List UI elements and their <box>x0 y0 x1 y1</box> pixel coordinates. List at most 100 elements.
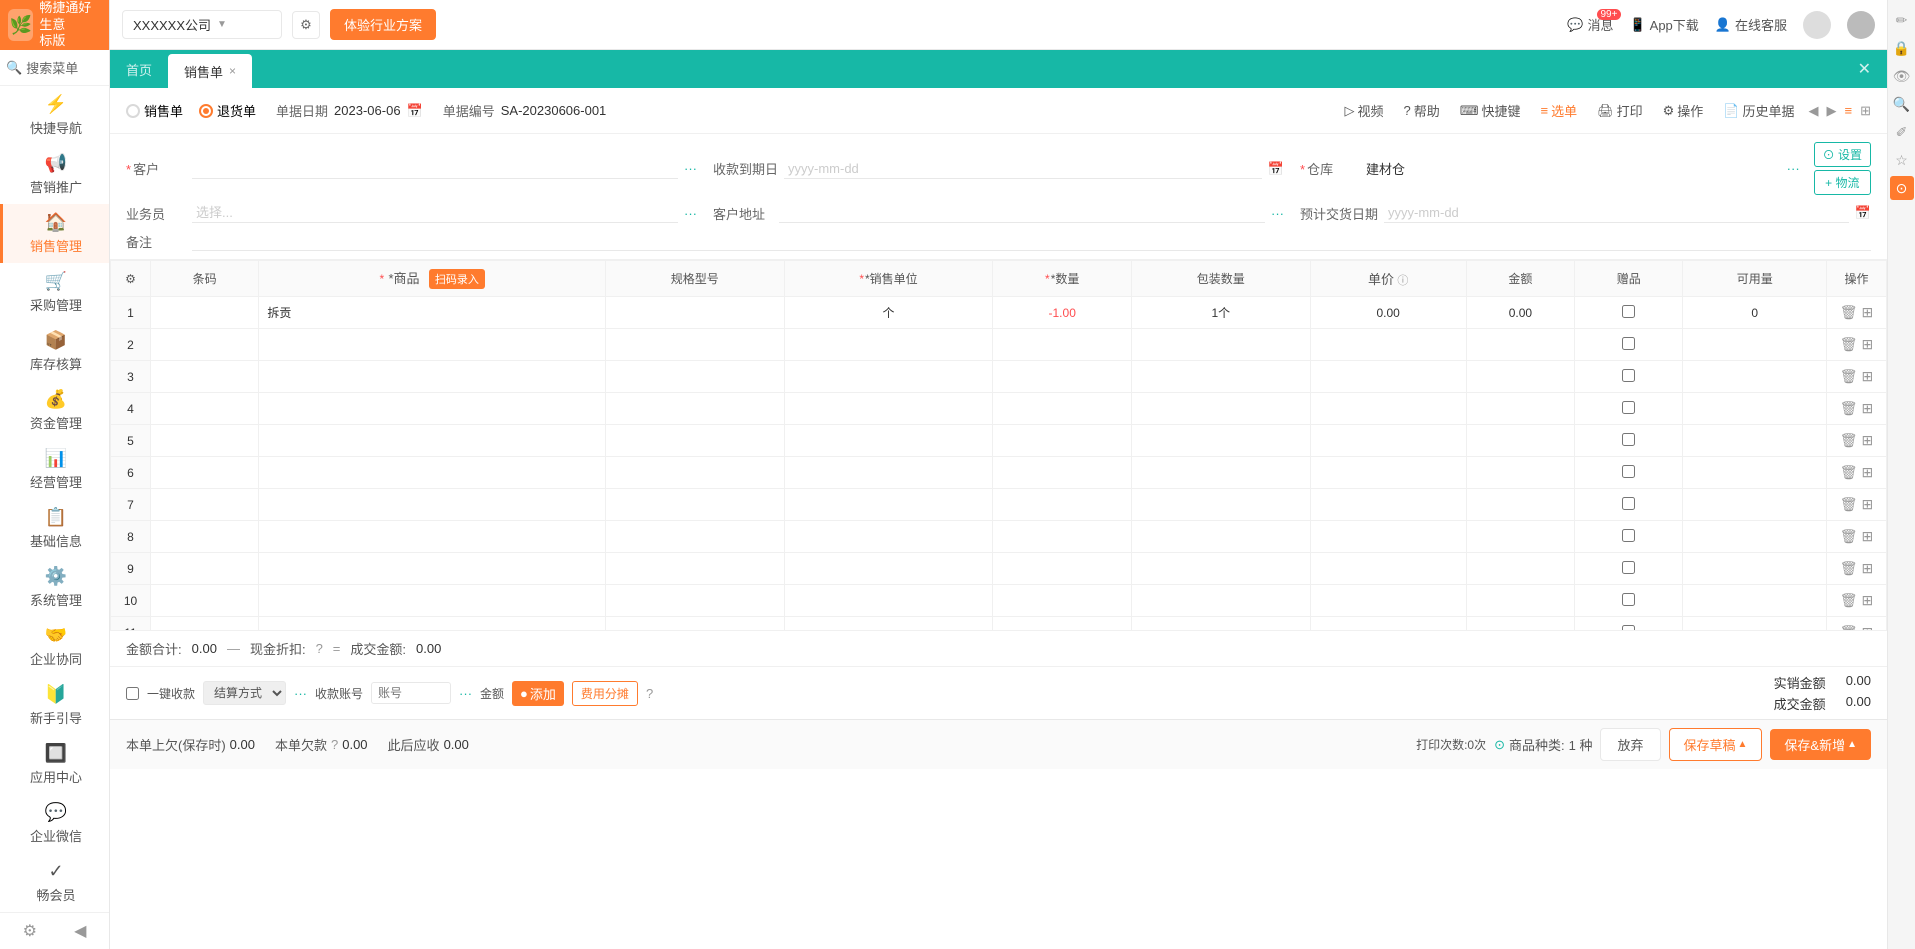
question-icon[interactable]: ? <box>316 641 323 656</box>
row-quantity[interactable] <box>993 617 1132 631</box>
rt-edit-button[interactable]: ✏ <box>1890 8 1914 32</box>
sidebar-item-wechat[interactable]: 💬 企业微信 <box>0 794 109 853</box>
sidebar-item-quick-nav[interactable]: ⚡ 快捷导航 <box>0 86 109 145</box>
sidebar-item-members[interactable]: ✓ 畅会员 <box>0 853 109 912</box>
copy-icon[interactable]: ⊞ <box>1862 560 1874 577</box>
row-unit-price[interactable]: 0.00 <box>1310 297 1466 329</box>
rt-star-button[interactable]: ☆ <box>1890 148 1914 172</box>
row-product[interactable] <box>259 521 606 553</box>
row-unit-price[interactable] <box>1310 585 1466 617</box>
row-barcode[interactable] <box>151 425 259 457</box>
row-barcode[interactable] <box>151 329 259 361</box>
sidebar-item-enterprise[interactable]: 🤝 企业协同 <box>0 617 109 676</box>
help-icon-3[interactable]: ? <box>331 737 338 752</box>
copy-icon[interactable]: ⊞ <box>1862 432 1874 449</box>
row-unit[interactable] <box>784 425 993 457</box>
row-product[interactable] <box>259 553 606 585</box>
search-menu[interactable]: 🔍 搜索菜单 <box>0 50 109 86</box>
account-dots[interactable]: ··· <box>459 686 472 701</box>
user-avatar-2[interactable] <box>1847 11 1875 39</box>
row-unit-price[interactable] <box>1310 617 1466 631</box>
row-quantity[interactable] <box>993 585 1132 617</box>
help-icon-2[interactable]: ? <box>646 686 653 701</box>
row-spec[interactable] <box>605 585 784 617</box>
row-unit-price[interactable] <box>1310 489 1466 521</box>
history-button[interactable]: 📄 历史单据 <box>1717 98 1800 123</box>
row-unit[interactable] <box>784 521 993 553</box>
row-product[interactable] <box>259 425 606 457</box>
delivery-calendar-icon[interactable]: 📅 <box>1855 205 1871 221</box>
user-avatar[interactable] <box>1803 11 1831 39</box>
row-unit-price[interactable] <box>1310 553 1466 585</box>
discard-button[interactable]: 放弃 <box>1600 728 1660 761</box>
row-barcode[interactable] <box>151 489 259 521</box>
settlement-dots[interactable]: ··· <box>294 686 307 701</box>
sidebar-item-operations[interactable]: 📊 经营管理 <box>0 440 109 499</box>
row-amount[interactable] <box>1466 553 1574 585</box>
row-quantity[interactable]: -1.00 <box>993 297 1132 329</box>
copy-icon[interactable]: ⊞ <box>1862 304 1874 321</box>
sidebar-item-purchase[interactable]: 🛒 采购管理 <box>0 263 109 322</box>
row-quantity[interactable] <box>993 489 1132 521</box>
row-unit-price[interactable] <box>1310 329 1466 361</box>
delete-icon[interactable]: 🗑 <box>1840 400 1858 417</box>
row-amount[interactable] <box>1466 489 1574 521</box>
row-gift[interactable] <box>1575 297 1683 329</box>
copy-icon[interactable]: ⊞ <box>1862 592 1874 609</box>
delete-icon[interactable]: 🗑 <box>1840 560 1858 577</box>
row-spec[interactable] <box>605 297 784 329</box>
row-quantity[interactable] <box>993 361 1132 393</box>
radio-return-order[interactable]: 退货单 <box>199 101 256 120</box>
row-gift[interactable] <box>1575 393 1683 425</box>
row-unit-price[interactable] <box>1310 521 1466 553</box>
row-spec[interactable] <box>605 457 784 489</box>
row-amount[interactable] <box>1466 617 1574 631</box>
row-gift[interactable] <box>1575 457 1683 489</box>
rt-orange-button[interactable]: ⊙ <box>1890 176 1914 200</box>
row-quantity[interactable] <box>993 393 1132 425</box>
row-package-qty[interactable] <box>1131 489 1310 521</box>
customer-address-input[interactable] <box>779 203 1265 223</box>
row-quantity[interactable] <box>993 425 1132 457</box>
radio-sales-order[interactable]: 销售单 <box>126 101 183 120</box>
row-gift[interactable] <box>1575 329 1683 361</box>
row-product[interactable] <box>259 585 606 617</box>
customer-input[interactable] <box>192 159 678 179</box>
row-package-qty[interactable]: 1个 <box>1131 297 1310 329</box>
delete-icon[interactable]: 🗑 <box>1840 432 1858 449</box>
app-download-button[interactable]: 📱 App下载 <box>1629 15 1698 34</box>
salesperson-input[interactable] <box>192 203 678 223</box>
account-input[interactable] <box>371 682 451 704</box>
save-new-button[interactable]: 保存&新增 ▲ <box>1770 729 1871 760</box>
row-amount[interactable] <box>1466 361 1574 393</box>
row-package-qty[interactable] <box>1131 361 1310 393</box>
row-unit-price[interactable] <box>1310 425 1466 457</box>
row-barcode[interactable] <box>151 585 259 617</box>
row-package-qty[interactable] <box>1131 553 1310 585</box>
settings-gear-button[interactable]: ⚙ <box>292 11 320 39</box>
rt-zoom-button[interactable]: 🔍 <box>1890 92 1914 116</box>
view-grid-icon[interactable]: ⊞ <box>1860 103 1871 119</box>
row-quantity[interactable] <box>993 521 1132 553</box>
row-unit[interactable] <box>784 457 993 489</box>
row-spec[interactable] <box>605 329 784 361</box>
online-service-button[interactable]: 👤 在线客服 <box>1715 15 1787 34</box>
copy-icon[interactable]: ⊞ <box>1862 464 1874 481</box>
row-gift[interactable] <box>1575 617 1683 631</box>
row-product[interactable]: 拆贡 <box>259 297 606 329</box>
print-button[interactable]: 🖨 打印 <box>1591 98 1649 123</box>
row-gift[interactable] <box>1575 489 1683 521</box>
remarks-input[interactable] <box>192 231 1871 251</box>
delete-icon[interactable]: 🗑 <box>1840 496 1858 513</box>
receivable-input[interactable] <box>784 159 1262 179</box>
logistics-button[interactable]: + 物流 <box>1814 170 1871 195</box>
row-package-qty[interactable] <box>1131 393 1310 425</box>
row-product[interactable] <box>259 457 606 489</box>
tab-home[interactable]: 首页 <box>110 50 168 88</box>
expense-split-button[interactable]: 费用分摊 <box>572 681 638 706</box>
row-gift[interactable] <box>1575 585 1683 617</box>
sidebar-item-appstore[interactable]: 🔲 应用中心 <box>0 735 109 794</box>
rt-pencil-button[interactable]: ✐ <box>1890 120 1914 144</box>
setting-button[interactable]: ⊙ 设置 <box>1814 142 1871 167</box>
row-package-qty[interactable] <box>1131 617 1310 631</box>
